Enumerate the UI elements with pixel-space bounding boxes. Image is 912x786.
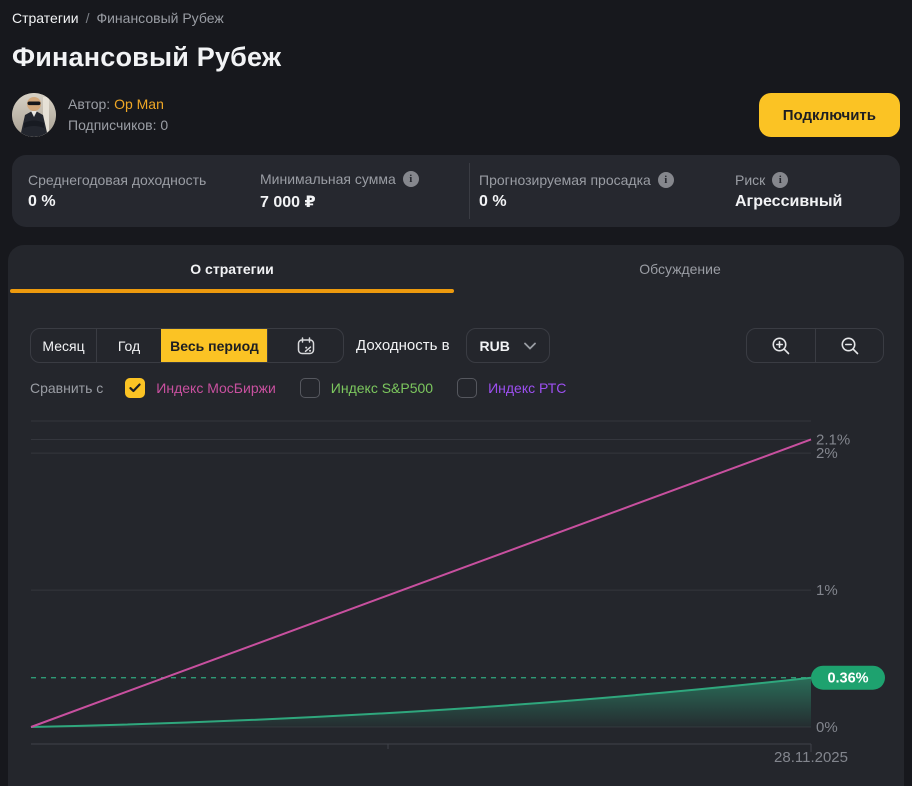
- author-name-link[interactable]: Op Man: [114, 96, 164, 112]
- compare-option-label: Индекс РТС: [488, 380, 567, 396]
- stat-value: Агрессивный: [735, 192, 843, 210]
- author-info: Автор: Op Man Подписчиков: 0: [68, 94, 168, 136]
- strategy-card: О стратегии Обсуждение Месяц Год Весь пе…: [8, 245, 904, 786]
- stat-min-sum: Минимальная сумма i 7 000 ₽: [260, 170, 469, 212]
- breadcrumb: Стратегии / Финансовый Рубеж: [0, 0, 912, 26]
- subscribers-line: Подписчиков: 0: [68, 115, 168, 136]
- author-line: Автор: Op Man: [68, 94, 168, 115]
- subscribers-label: Подписчиков:: [68, 117, 157, 133]
- breadcrumb-strategies-link[interactable]: Стратегии: [12, 10, 79, 26]
- svg-text:28.11.2025: 28.11.2025: [774, 749, 848, 766]
- checkbox-checked-icon[interactable]: [125, 378, 146, 398]
- compare-option-label: Индекс МосБиржи: [156, 380, 276, 396]
- stat-value: 7 000 ₽: [260, 193, 316, 211]
- period-month-button[interactable]: Месяц: [31, 329, 96, 362]
- performance-chart[interactable]: 2.1%2%1%0%28.11.20250.36%: [8, 415, 900, 780]
- breadcrumb-separator: /: [85, 10, 90, 26]
- author-label: Автор:: [68, 96, 111, 112]
- stats-bar: Среднегодовая доходность 0 % Минимальная…: [12, 155, 900, 227]
- svg-text:0.36%: 0.36%: [827, 671, 868, 687]
- compare-option-rts[interactable]: Индекс РТС: [457, 378, 566, 398]
- magnifier-minus-icon: [841, 337, 858, 354]
- checkmark-icon: [129, 383, 141, 393]
- stat-drawdown: Прогнозируемая просадка i 0 %: [479, 171, 735, 211]
- chevron-down-icon: [523, 342, 536, 350]
- currency-label: Доходность в: [356, 337, 450, 354]
- tab-about-strategy[interactable]: О стратегии: [8, 245, 456, 293]
- compare-option-sp500[interactable]: Индекс S&P500: [299, 378, 434, 398]
- info-icon[interactable]: i: [772, 171, 789, 188]
- info-icon[interactable]: i: [657, 171, 674, 188]
- svg-text:0%: 0%: [816, 719, 838, 736]
- stats-divider: [469, 163, 470, 219]
- magnifier-plus-icon: [772, 337, 790, 354]
- compare-option-moex[interactable]: Индекс МосБиржи: [125, 378, 276, 398]
- chart-controls-row: Месяц Год Весь период Доходность в RUB: [30, 328, 884, 363]
- connect-button[interactable]: Подключить: [758, 93, 900, 137]
- strategy-page: Стратегии / Финансовый Рубеж Финансовый …: [0, 0, 912, 786]
- period-segmented-control: Месяц Год Весь период: [30, 328, 344, 363]
- info-icon[interactable]: i: [402, 170, 419, 187]
- page-title: Финансовый Рубеж: [12, 42, 282, 72]
- stat-label: Прогнозируемая просадка: [479, 171, 651, 188]
- period-all-button[interactable]: Весь период: [161, 329, 267, 362]
- svg-text:2%: 2%: [816, 445, 838, 462]
- zoom-in-button[interactable]: [747, 329, 815, 362]
- stat-label: Среднегодовая доходность: [28, 171, 207, 188]
- currency-select[interactable]: RUB: [465, 328, 550, 363]
- zoom-out-button[interactable]: [815, 329, 883, 362]
- stat-risk: Риск i Агрессивный: [735, 171, 884, 211]
- checkbox-unchecked-icon[interactable]: [299, 378, 320, 398]
- stat-label: Минимальная сумма: [260, 170, 396, 187]
- author-row: Автор: Op Man Подписчиков: 0 Подключить: [0, 73, 912, 137]
- period-year-button[interactable]: Год: [96, 329, 161, 362]
- breadcrumb-current: Финансовый Рубеж: [96, 10, 224, 26]
- period-custom-calendar-button[interactable]: [267, 329, 343, 362]
- tab-bar: О стратегии Обсуждение: [8, 245, 904, 293]
- calendar-percent-icon: [297, 336, 314, 354]
- checkbox-unchecked-icon[interactable]: [457, 378, 478, 398]
- compare-label: Сравнить с: [30, 380, 104, 396]
- subscribers-count: 0: [160, 117, 169, 133]
- avatar-person-icon: [12, 93, 56, 137]
- compare-option-label: Индекс S&P500: [330, 380, 434, 396]
- compare-row: Сравнить с Индекс МосБиржи Индекс S&P500…: [30, 378, 884, 398]
- tab-discussion[interactable]: Обсуждение: [456, 245, 904, 293]
- currency-value: RUB: [479, 337, 510, 354]
- stat-annual-return: Среднегодовая доходность 0 %: [28, 172, 260, 211]
- stat-label: Риск: [735, 171, 766, 188]
- zoom-segmented-control: [746, 328, 884, 363]
- stat-value: 0 %: [28, 192, 56, 210]
- author-avatar[interactable]: [12, 93, 56, 137]
- stat-value: 0 %: [479, 192, 507, 210]
- svg-text:1%: 1%: [816, 582, 838, 599]
